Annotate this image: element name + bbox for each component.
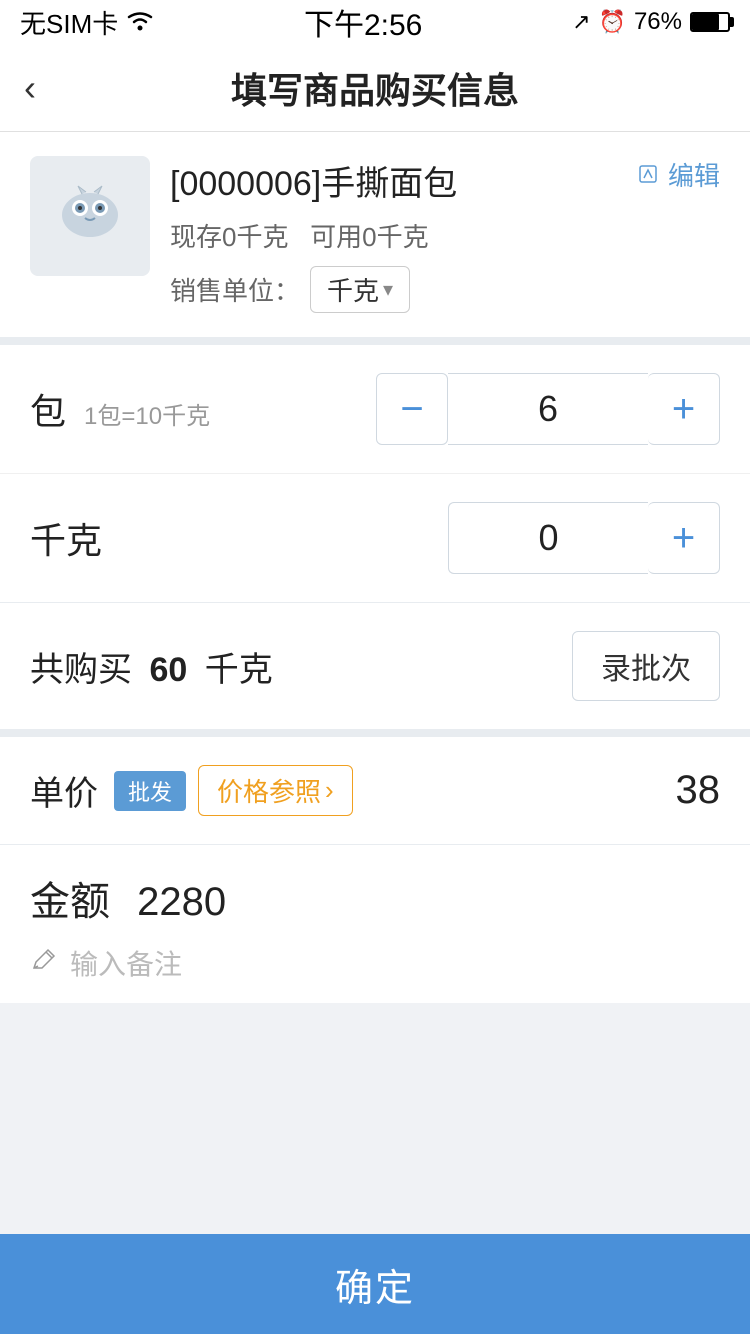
total-text: 共购买 60 千克 <box>30 642 273 691</box>
bao-input-row: 包 1包=10千克 − + <box>0 345 750 474</box>
kg-qty-input[interactable] <box>448 502 648 574</box>
status-bar: 无SIM卡 下午2:56 ↗ ⏰ 76% <box>0 0 750 44</box>
battery-icon <box>690 12 730 32</box>
batch-button[interactable]: 录批次 <box>572 631 720 701</box>
bao-decrement-button[interactable]: − <box>376 373 448 445</box>
total-section: 共购买 60 千克 录批次 <box>0 603 750 737</box>
unit-select[interactable]: 千克 ▾ <box>310 266 410 313</box>
wifi-icon <box>126 7 154 38</box>
product-unit-row: 销售单位： 千克 ▾ <box>170 266 720 313</box>
kg-qty-control: + <box>448 502 720 574</box>
nav-title: 填写商品购买信息 <box>231 62 519 114</box>
status-carrier-wifi: 无SIM卡 <box>20 4 154 41</box>
kg-label: 千克 <box>30 512 448 564</box>
product-image <box>30 156 150 276</box>
bao-increment-button[interactable]: + <box>648 373 720 445</box>
battery-percent: 76% <box>634 8 682 36</box>
price-value: 38 <box>676 768 721 813</box>
product-owl-icon <box>55 180 125 252</box>
confirm-button[interactable]: 确定 <box>0 1234 750 1334</box>
bao-qty-input[interactable] <box>448 373 648 445</box>
bao-label: 包 1包=10千克 <box>30 383 376 435</box>
price-section: 单价 批发 价格参照 › 38 <box>0 737 750 845</box>
status-time: 下午2:56 <box>304 0 422 44</box>
total-amount-value: 60 <box>149 651 187 689</box>
amount-value: 2280 <box>137 880 226 924</box>
alarm-icon: ⏰ <box>599 9 626 35</box>
spacer <box>0 1003 750 1234</box>
bao-sublabel: 1包=10千克 <box>84 403 210 430</box>
note-row[interactable]: 输入备注 <box>30 943 720 1003</box>
input-section: 包 1包=10千克 − + 千克 + <box>0 345 750 603</box>
status-right-icons: ↗ ⏰ 76% <box>572 8 730 36</box>
price-ref-button[interactable]: 价格参照 › <box>198 765 353 816</box>
location-icon: ↗ <box>572 9 590 35</box>
note-placeholder: 输入备注 <box>70 943 182 983</box>
price-ref-arrow: › <box>325 775 334 806</box>
back-button[interactable]: ‹ <box>24 67 36 109</box>
edit-button[interactable]: 编辑 <box>638 156 720 193</box>
amount-text: 金额 2280 <box>30 869 720 927</box>
bao-qty-control: − + <box>376 373 720 445</box>
unit-dropdown-icon: ▾ <box>383 277 393 302</box>
nav-bar: ‹ 填写商品购买信息 <box>0 44 750 132</box>
price-label: 单价 <box>30 766 98 815</box>
product-section: [0000006]手撕面包 现存0千克 可用0千克 销售单位： 千克 ▾ 编辑 <box>0 132 750 345</box>
kg-input-row: 千克 + <box>0 474 750 602</box>
carrier-text: 无SIM卡 <box>20 4 118 41</box>
kg-increment-button[interactable]: + <box>648 502 720 574</box>
pencil-icon <box>30 946 58 981</box>
price-type-tag: 批发 <box>114 771 186 811</box>
product-stock: 现存0千克 可用0千克 <box>170 217 720 254</box>
amount-section: 金额 2280 输入备注 <box>0 845 750 1003</box>
